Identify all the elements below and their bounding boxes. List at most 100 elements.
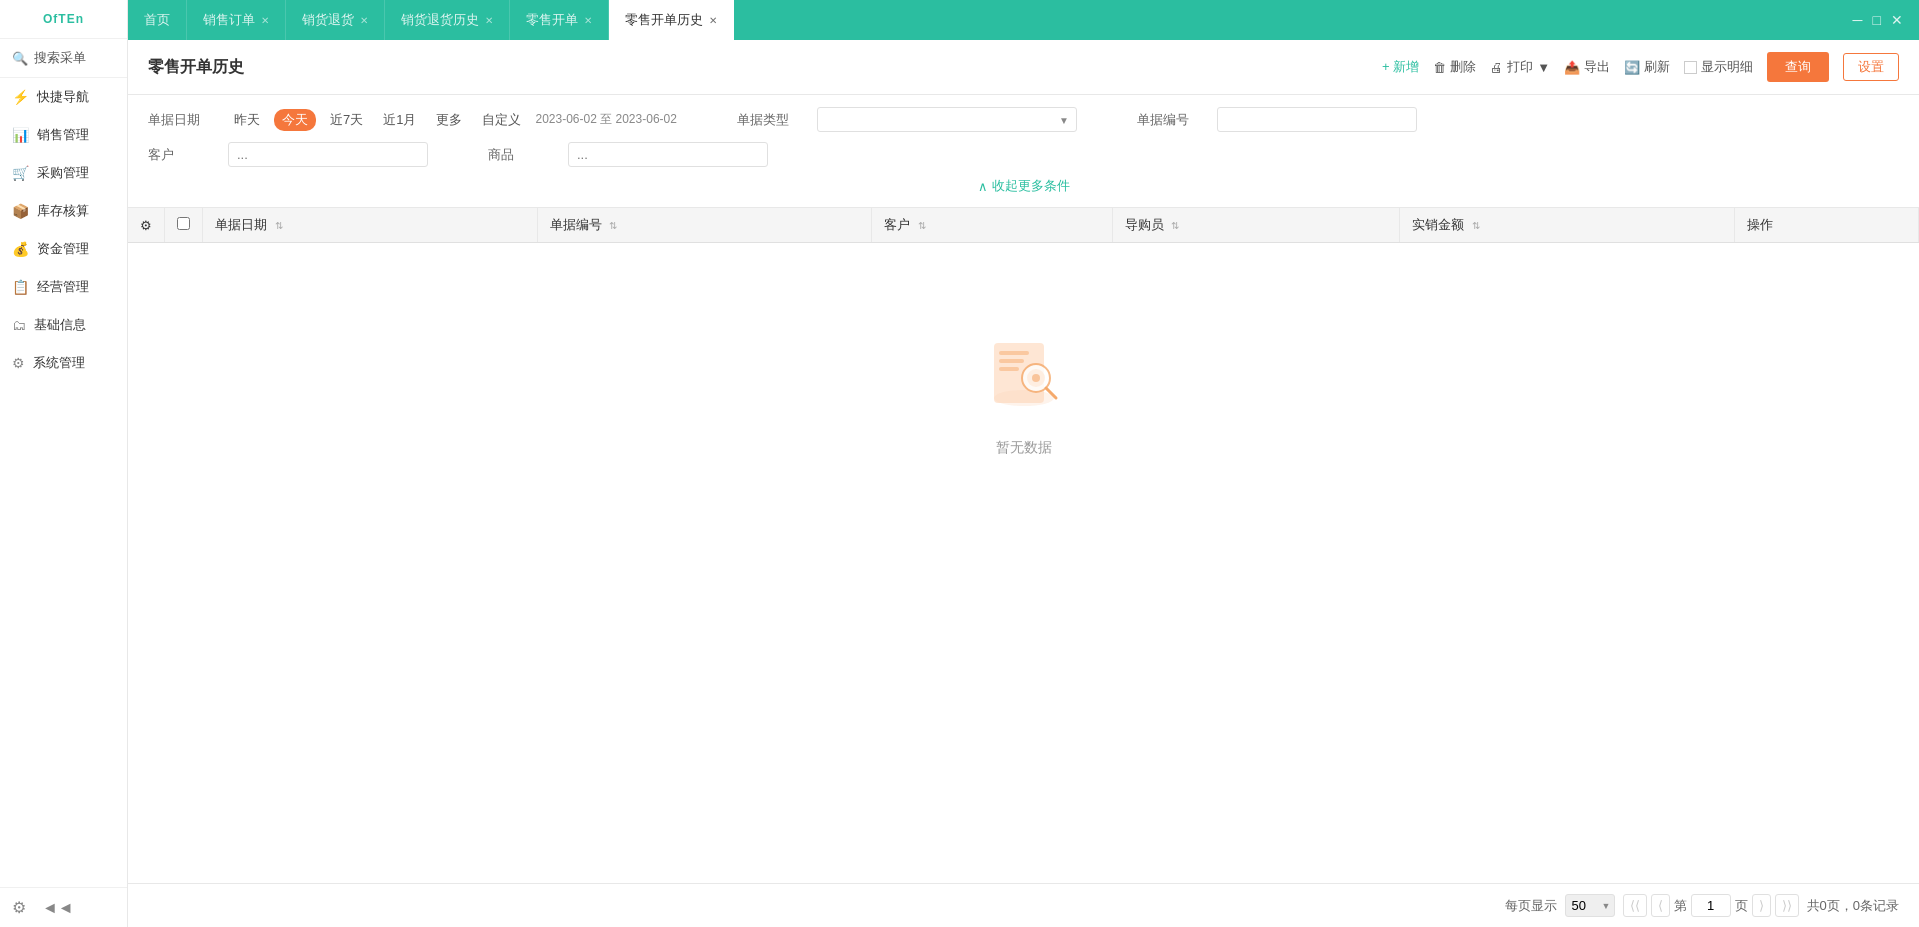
date-last7[interactable]: 近7天 — [324, 109, 369, 131]
sidebar-item-inventory[interactable]: 📦 库存核算 — [0, 192, 127, 230]
sidebar-item-purchase[interactable]: 🛒 采购管理 — [0, 154, 127, 192]
sidebar-item-finance[interactable]: 💰 资金管理 — [0, 230, 127, 268]
date-last-month[interactable]: 近1月 — [377, 109, 422, 131]
th-settings[interactable]: ⚙ — [128, 208, 165, 243]
sidebar-item-manage[interactable]: 📋 经营管理 — [0, 268, 127, 306]
sidebar-item-label: 库存核算 — [37, 202, 89, 220]
table-header: ⚙ 单据日期 ⇅ 单据编号 ⇅ — [128, 208, 1919, 243]
prev-page-btn[interactable]: ⟨ — [1651, 894, 1670, 917]
setting-button[interactable]: 设置 — [1843, 53, 1899, 81]
tab-sales-order-label: 销售订单 — [203, 11, 255, 29]
customer-input[interactable] — [228, 142, 428, 167]
last-page-btn[interactable]: ⟩⟩ — [1775, 894, 1799, 917]
goods-input[interactable] — [568, 142, 768, 167]
number-input[interactable] — [1217, 107, 1417, 132]
first-page-btn[interactable]: ⟨⟨ — [1623, 894, 1647, 917]
tab-retail-open-close[interactable]: ✕ — [584, 15, 592, 26]
collapse-filter-btn[interactable]: ∧ 收起更多条件 — [148, 177, 1899, 195]
svg-rect-4 — [999, 367, 1019, 371]
minimize-btn[interactable]: ─ — [1853, 12, 1863, 28]
print-button[interactable]: 🖨 打印 ▼ — [1490, 58, 1550, 76]
tab-sales-return-history[interactable]: 销货退货历史 ✕ — [385, 0, 510, 40]
display-button[interactable]: 显示明细 — [1684, 58, 1753, 76]
filter-row-2: 客户 商品 — [148, 142, 1899, 167]
th-date[interactable]: 单据日期 ⇅ — [203, 208, 538, 243]
collapse-sidebar-btn[interactable]: ◄◄ — [42, 899, 74, 917]
print-label: 打印 — [1507, 58, 1533, 76]
export-label: 导出 — [1584, 58, 1610, 76]
display-label: 显示明细 — [1701, 58, 1753, 76]
tab-sales-order-close[interactable]: ✕ — [261, 15, 269, 26]
next-page-btn[interactable]: ⟩ — [1752, 894, 1771, 917]
refresh-button[interactable]: 🔄 刷新 — [1624, 58, 1670, 76]
page-label: 页 — [1735, 897, 1748, 915]
svg-point-8 — [1032, 374, 1040, 382]
search-icon: 🔍 — [12, 51, 28, 66]
date-label: 单据日期 — [148, 111, 208, 129]
tab-sales-order[interactable]: 销售订单 ✕ — [187, 0, 286, 40]
tab-sales-return-label: 销货退货 — [302, 11, 354, 29]
export-icon: 📤 — [1564, 60, 1580, 75]
export-button[interactable]: 📤 导出 — [1564, 58, 1610, 76]
add-button[interactable]: + 新增 — [1382, 58, 1419, 76]
th-customer[interactable]: 客户 ⇅ — [872, 208, 1113, 243]
sidebar-item-system[interactable]: ⚙ 系统管理 — [0, 344, 127, 382]
sidebar-search-btn[interactable]: 🔍 搜索采单 — [0, 39, 127, 78]
table-header-row: ⚙ 单据日期 ⇅ 单据编号 ⇅ — [128, 208, 1919, 243]
toolbar: + 新增 🗑 删除 🖨 打印 ▼ 📤 导出 🔄 刷新 — [1382, 52, 1899, 82]
quick-nav-icon: ⚡ — [12, 89, 29, 105]
sidebar-menu: ⚡ 快捷导航 📊 销售管理 🛒 采购管理 📦 库存核算 💰 资金管理 📋 经营管… — [0, 78, 127, 887]
per-page-select[interactable]: 50 10 20 100 — [1565, 894, 1615, 917]
sidebar-item-label: 经营管理 — [37, 278, 89, 296]
tab-retail-history-label: 零售开单历史 — [625, 11, 703, 29]
tab-home[interactable]: 首页 — [128, 0, 187, 40]
sidebar-item-sales[interactable]: 📊 销售管理 — [0, 116, 127, 154]
tab-sales-return-close[interactable]: ✕ — [360, 15, 368, 26]
current-page-input[interactable] — [1691, 894, 1731, 917]
display-checkbox[interactable] — [1684, 61, 1697, 74]
sidebar-item-label: 快捷导航 — [37, 88, 89, 106]
purchase-icon: 🛒 — [12, 165, 29, 181]
tab-sales-return[interactable]: 销货退货 ✕ — [286, 0, 385, 40]
sidebar-item-label: 采购管理 — [37, 164, 89, 182]
th-guide[interactable]: 导购员 ⇅ — [1112, 208, 1400, 243]
number-label: 单据编号 — [1137, 111, 1197, 129]
tab-sales-return-history-close[interactable]: ✕ — [485, 15, 493, 26]
th-amount[interactable]: 实销金额 ⇅ — [1400, 208, 1735, 243]
tab-retail-history[interactable]: 零售开单历史 ✕ — [609, 0, 734, 40]
delete-button[interactable]: 🗑 删除 — [1433, 58, 1476, 76]
page-label-before: 第 — [1674, 897, 1687, 915]
refresh-icon: 🔄 — [1624, 60, 1640, 75]
manage-icon: 📋 — [12, 279, 29, 295]
th-number[interactable]: 单据编号 ⇅ — [537, 208, 872, 243]
date-more[interactable]: 更多 — [430, 109, 468, 131]
pagination: 每页显示 50 10 20 100 ⟨⟨ ⟨ 第 页 ⟩ ⟩⟩ 共0页，0条记录 — [128, 883, 1919, 927]
tab-home-label: 首页 — [144, 11, 170, 29]
query-button[interactable]: 查询 — [1767, 52, 1829, 82]
filter-section: 单据日期 昨天 今天 近7天 近1月 更多 自定义 2023-06-02 至 2… — [128, 95, 1919, 208]
select-all-checkbox[interactable] — [177, 217, 190, 230]
inventory-icon: 📦 — [12, 203, 29, 219]
date-custom[interactable]: 自定义 — [476, 109, 527, 131]
page-title: 零售开单历史 — [148, 57, 244, 78]
sidebar-item-label: 销售管理 — [37, 126, 89, 144]
type-select[interactable] — [817, 107, 1077, 132]
tab-retail-history-close[interactable]: ✕ — [709, 15, 717, 26]
sidebar-item-label: 资金管理 — [37, 240, 89, 258]
sidebar-item-quick-nav[interactable]: ⚡ 快捷导航 — [0, 78, 127, 116]
sidebar-item-base[interactable]: 🗂 基础信息 — [0, 306, 127, 344]
tab-retail-open[interactable]: 零售开单 ✕ — [510, 0, 609, 40]
per-page-wrapper: 50 10 20 100 — [1565, 894, 1615, 917]
per-page-label: 每页显示 — [1505, 897, 1557, 915]
delete-label: 删除 — [1450, 58, 1476, 76]
date-today[interactable]: 今天 — [274, 109, 316, 131]
tab-sales-return-history-label: 销货退货历史 — [401, 11, 479, 29]
close-btn[interactable]: ✕ — [1891, 12, 1903, 28]
date-yesterday[interactable]: 昨天 — [228, 109, 266, 131]
maximize-btn[interactable]: □ — [1873, 12, 1881, 28]
sidebar-search-label: 搜索采单 — [34, 49, 86, 67]
th-guide-sort-icon: ⇅ — [1171, 220, 1179, 231]
sidebar-bottom: ⚙ ◄◄ — [0, 887, 127, 927]
table-settings-icon[interactable]: ⚙ — [140, 218, 152, 233]
settings-bottom-icon[interactable]: ⚙ — [12, 898, 26, 917]
